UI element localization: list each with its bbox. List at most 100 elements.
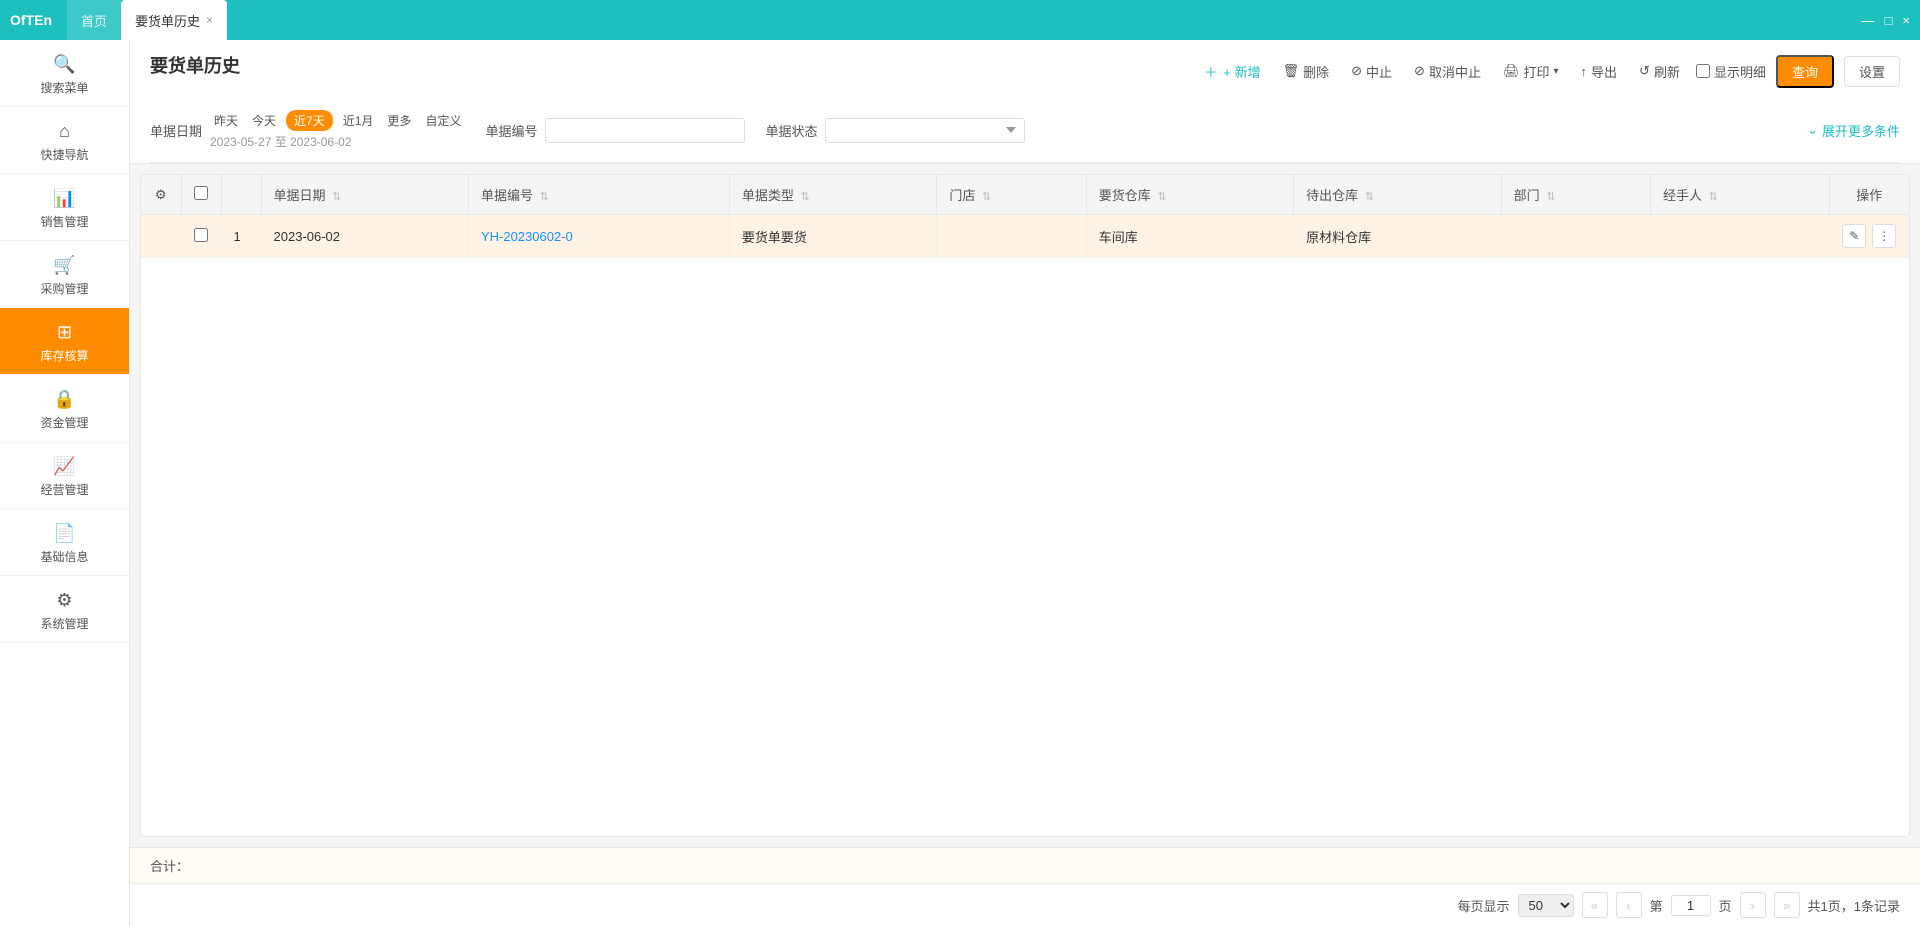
table-header: ⚙ 单据日期 ⇅ 单据编号 ⇅: [141, 175, 1909, 215]
content-area: 要货单历史 ＋ + 新增 🗑 删除 ⊘ 中止 ⊘: [130, 40, 1920, 926]
data-table: ⚙ 单据日期 ⇅ 单据编号 ⇅: [141, 175, 1909, 258]
row-checkbox-cell: [181, 215, 221, 258]
shortcut-more[interactable]: 更多: [383, 110, 415, 131]
window-controls: — □ ×: [1862, 13, 1910, 28]
sidebar-item-search[interactable]: 🔍 搜索菜单: [0, 40, 129, 107]
tab-close-icon[interactable]: ×: [206, 13, 213, 27]
col-req-warehouse[interactable]: 要货仓库 ⇅: [1086, 175, 1293, 215]
doc-status-filter: 单据状态 待审核 已审核 已中止: [765, 118, 1025, 143]
query-button[interactable]: 查询: [1776, 55, 1834, 88]
minimize-btn[interactable]: —: [1862, 13, 1875, 28]
doc-number-input[interactable]: [545, 118, 745, 143]
col-department[interactable]: 部门 ⇅: [1501, 175, 1650, 215]
print-button[interactable]: 🖨 打印 ▾: [1497, 58, 1565, 85]
col-action: 操作: [1829, 175, 1909, 215]
tab-bar: 首页 要货单历史 ×: [67, 0, 227, 40]
row-doc-type: 要货单要货: [729, 215, 936, 258]
col-doc-type[interactable]: 单据类型 ⇅: [729, 175, 936, 215]
export-button[interactable]: ↑ 导出: [1575, 58, 1624, 85]
sidebar-item-quicknav[interactable]: ⌂ 快捷导航: [0, 107, 129, 174]
sort-icon-pending-warehouse: ⇅: [1365, 191, 1374, 203]
next-page-btn[interactable]: ›: [1740, 892, 1766, 918]
page-suffix-label: 页: [1719, 896, 1732, 915]
shortcut-custom[interactable]: 自定义: [421, 110, 465, 131]
sidebar-item-inventory[interactable]: ⊞ 库存核算: [0, 308, 129, 375]
purchase-icon: 🛒: [53, 255, 75, 276]
row-store: [937, 215, 1086, 258]
expand-filter-btn[interactable]: ⌄ 展开更多条件: [1807, 121, 1900, 140]
action-bar: ＋ + 新增 🗑 删除 ⊘ 中止 ⊘ 取消中止: [1198, 55, 1900, 88]
col-handler[interactable]: 经手人 ⇅: [1651, 175, 1830, 215]
col-settings[interactable]: ⚙: [141, 175, 181, 215]
doc-status-select[interactable]: 待审核 已审核 已中止: [825, 118, 1025, 143]
last-page-btn[interactable]: »: [1774, 892, 1800, 918]
col-store[interactable]: 门店 ⇅: [937, 175, 1086, 215]
sidebar-item-system[interactable]: ⚙ 系统管理: [0, 576, 129, 643]
page-input[interactable]: [1671, 895, 1711, 916]
sidebar-item-sales[interactable]: 📊 销售管理: [0, 174, 129, 241]
brand-logo: OfTEn: [10, 12, 52, 28]
sales-icon: 📊: [53, 188, 75, 209]
date-filter: 单据日期 昨天 今天 近7天 近1月 更多 自定义 2023-05-27 至 2…: [150, 110, 465, 150]
sidebar-item-basicinfo[interactable]: 📄 基础信息: [0, 509, 129, 576]
refresh-button[interactable]: ↺ 刷新: [1633, 58, 1686, 85]
display-detail-toggle[interactable]: 显示明细: [1696, 62, 1766, 81]
maximize-btn[interactable]: □: [1885, 13, 1893, 28]
select-all-checkbox[interactable]: [194, 186, 208, 200]
settings-button[interactable]: 设置: [1844, 56, 1900, 87]
cancel-stop-button[interactable]: ⊘ 取消中止: [1408, 58, 1487, 85]
expand-icon: ⌄: [1807, 122, 1818, 138]
filter-row: 单据日期 昨天 今天 近7天 近1月 更多 自定义 2023-05-27 至 2…: [150, 110, 1900, 150]
inventory-icon: ⊞: [57, 322, 72, 343]
sort-icon-doc-number: ⇅: [540, 191, 549, 203]
row-settings: [141, 215, 181, 258]
sort-icon-store: ⇅: [982, 191, 991, 203]
row-action-group: ✎ ⋮: [1842, 224, 1898, 248]
shortcut-1month[interactable]: 近1月: [339, 110, 378, 131]
prev-page-btn[interactable]: ‹: [1616, 892, 1642, 918]
delete-icon: 🗑: [1283, 63, 1300, 79]
page-goto-label: 第: [1650, 896, 1663, 915]
doc-status-label: 单据状态: [765, 121, 817, 140]
sidebar-item-finance[interactable]: 🔒 资金管理: [0, 375, 129, 442]
window-close-btn[interactable]: ×: [1902, 13, 1910, 28]
row-checkbox[interactable]: [194, 228, 208, 242]
shortcut-yesterday[interactable]: 昨天: [210, 110, 242, 131]
sidebar-item-operations[interactable]: 📈 经营管理: [0, 442, 129, 509]
shortcut-today[interactable]: 今天: [248, 110, 280, 131]
delete-button[interactable]: 🗑 删除: [1277, 58, 1336, 85]
total-pages-info: 共1页，1条记录: [1808, 896, 1900, 915]
main-layout: 🔍 搜索菜单 ⌂ 快捷导航 📊 销售管理 🛒 采购管理 ⊞ 库存核算 🔒 资金管…: [0, 40, 1920, 926]
display-detail-checkbox[interactable]: [1696, 64, 1710, 78]
pagination-bar: 每页显示 20 50 100 200 « ‹ 第 页 › » 共1页，1条记录: [130, 883, 1920, 926]
table-footer: 合计：: [130, 847, 1920, 883]
col-doc-date[interactable]: 单据日期 ⇅: [261, 175, 468, 215]
row-index: 1: [221, 215, 261, 258]
shortcut-7days[interactable]: 近7天: [286, 110, 333, 131]
date-filter-label: 单据日期: [150, 121, 202, 140]
row-handler: [1651, 215, 1830, 258]
page-size-select[interactable]: 20 50 100 200: [1518, 894, 1574, 917]
page-size-label: 每页显示: [1457, 896, 1509, 915]
stop-button[interactable]: ⊘ 中止: [1345, 58, 1398, 85]
row-edit-btn[interactable]: ✎: [1842, 224, 1866, 248]
system-icon: ⚙: [56, 590, 72, 611]
new-button[interactable]: ＋ + 新增: [1198, 58, 1266, 85]
doc-number-link[interactable]: YH-20230602-0: [481, 229, 573, 244]
date-shortcuts: 昨天 今天 近7天 近1月 更多 自定义: [210, 110, 465, 131]
page-title: 要货单历史: [150, 52, 240, 78]
sort-icon-doc-date: ⇅: [332, 191, 341, 203]
tab-active[interactable]: 要货单历史 ×: [121, 0, 227, 40]
doc-number-filter: 单据编号: [485, 118, 745, 143]
tab-home[interactable]: 首页: [67, 0, 121, 40]
table-body: 1 2023-06-02 YH-20230602-0 要货单要货 车间库 原材料…: [141, 215, 1909, 258]
row-more-btn[interactable]: ⋮: [1872, 224, 1896, 248]
top-bar: OfTEn 首页 要货单历史 × — □ ×: [0, 0, 1920, 40]
col-doc-number[interactable]: 单据编号 ⇅: [468, 175, 729, 215]
col-checkbox: [181, 175, 221, 215]
sidebar-item-purchase[interactable]: 🛒 采购管理: [0, 241, 129, 308]
export-icon: ↑: [1581, 64, 1588, 79]
col-pending-warehouse[interactable]: 待出仓库 ⇅: [1294, 175, 1501, 215]
row-actions-cell: ✎ ⋮: [1829, 215, 1909, 258]
first-page-btn[interactable]: «: [1582, 892, 1608, 918]
